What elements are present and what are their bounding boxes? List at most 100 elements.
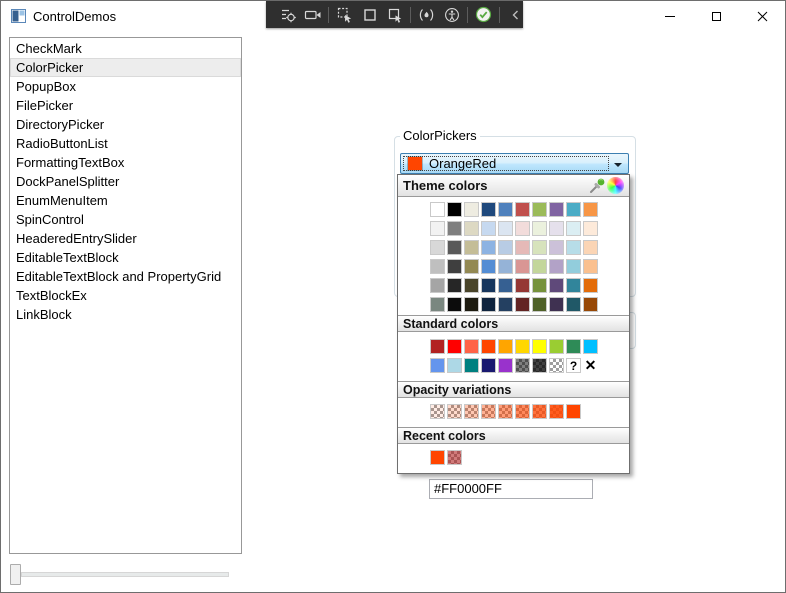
close-button[interactable] xyxy=(739,1,785,31)
color-swatch[interactable] xyxy=(532,358,547,373)
color-swatch[interactable] xyxy=(498,278,513,293)
color-swatch[interactable] xyxy=(447,339,462,354)
color-swatch[interactable] xyxy=(532,240,547,255)
color-swatch[interactable] xyxy=(464,240,479,255)
color-swatch[interactable] xyxy=(532,339,547,354)
color-swatch[interactable] xyxy=(515,358,530,373)
maximize-button[interactable] xyxy=(693,1,739,31)
color-swatch[interactable] xyxy=(481,339,496,354)
color-swatch[interactable] xyxy=(447,240,462,255)
color-swatch[interactable] xyxy=(583,221,598,236)
color-swatch[interactable] xyxy=(430,240,445,255)
color-swatch[interactable] xyxy=(549,202,564,217)
sidebar-item[interactable]: LinkBlock xyxy=(10,305,241,324)
live-visual-tree-icon[interactable] xyxy=(278,6,297,24)
color-swatch[interactable] xyxy=(464,202,479,217)
color-swatch[interactable] xyxy=(464,339,479,354)
sidebar-item[interactable]: EnumMenuItem xyxy=(10,191,241,210)
color-swatch[interactable] xyxy=(532,404,547,419)
color-swatch[interactable] xyxy=(549,240,564,255)
color-swatch[interactable] xyxy=(464,259,479,274)
color-swatch[interactable] xyxy=(583,339,598,354)
color-swatch[interactable] xyxy=(498,297,513,312)
color-swatch[interactable] xyxy=(430,202,445,217)
color-swatch[interactable] xyxy=(549,297,564,312)
color-swatch[interactable] xyxy=(549,278,564,293)
color-swatch[interactable] xyxy=(583,259,598,274)
track-focused-element-icon[interactable] xyxy=(385,6,404,24)
color-swatch[interactable] xyxy=(532,259,547,274)
color-swatch[interactable] xyxy=(498,202,513,217)
color-swatch[interactable] xyxy=(464,358,479,373)
sidebar-item[interactable]: DockPanelSplitter xyxy=(10,172,241,191)
color-swatch[interactable]: ✕ xyxy=(583,357,598,373)
color-swatch[interactable] xyxy=(430,404,445,419)
sidebar-item[interactable]: PopupBox xyxy=(10,77,241,96)
sidebar-item[interactable]: ColorPicker xyxy=(10,58,241,77)
color-swatch[interactable] xyxy=(430,278,445,293)
sidebar-item[interactable]: FormattingTextBox xyxy=(10,153,241,172)
color-wheel-icon[interactable] xyxy=(607,177,624,194)
sidebar-item[interactable]: EditableTextBlock xyxy=(10,248,241,267)
color-swatch[interactable] xyxy=(566,202,581,217)
sidebar-item[interactable]: HeaderedEntrySlider xyxy=(10,229,241,248)
color-swatch[interactable] xyxy=(498,240,513,255)
color-swatch[interactable] xyxy=(447,404,462,419)
color-swatch[interactable] xyxy=(430,259,445,274)
color-swatch[interactable] xyxy=(583,240,598,255)
color-swatch[interactable] xyxy=(549,404,564,419)
color-swatch[interactable] xyxy=(498,259,513,274)
color-combobox[interactable]: OrangeRed xyxy=(400,153,629,174)
color-swatch[interactable] xyxy=(481,221,496,236)
color-swatch[interactable] xyxy=(515,339,530,354)
color-swatch[interactable] xyxy=(583,278,598,293)
camera-icon[interactable] xyxy=(303,6,322,24)
color-swatch[interactable] xyxy=(481,278,496,293)
color-swatch[interactable] xyxy=(447,221,462,236)
color-swatch[interactable] xyxy=(515,221,530,236)
color-swatch[interactable] xyxy=(481,259,496,274)
sidebar-item[interactable]: CheckMark xyxy=(10,39,241,58)
color-swatch[interactable] xyxy=(566,297,581,312)
color-swatch[interactable] xyxy=(481,358,496,373)
color-swatch[interactable] xyxy=(532,278,547,293)
color-swatch[interactable]: ? xyxy=(566,358,581,373)
sidebar-item[interactable]: DirectoryPicker xyxy=(10,115,241,134)
sidebar-item[interactable]: EditableTextBlock and PropertyGrid xyxy=(10,267,241,286)
minimize-button[interactable] xyxy=(647,1,693,31)
sidebar-item[interactable]: RadioButtonList xyxy=(10,134,241,153)
hot-reload-icon[interactable] xyxy=(417,6,436,24)
color-swatch[interactable] xyxy=(566,404,581,419)
color-swatch[interactable] xyxy=(532,221,547,236)
color-swatch[interactable] xyxy=(430,297,445,312)
color-swatch[interactable] xyxy=(447,358,462,373)
color-swatch[interactable] xyxy=(566,221,581,236)
color-swatch[interactable] xyxy=(464,297,479,312)
color-swatch[interactable] xyxy=(549,221,564,236)
color-swatch[interactable] xyxy=(498,358,513,373)
color-swatch[interactable] xyxy=(430,358,445,373)
combo-dropdown-arrow[interactable] xyxy=(614,163,622,167)
color-swatch[interactable] xyxy=(498,404,513,419)
sidebar-item[interactable]: TextBlockEx xyxy=(10,286,241,305)
color-swatch[interactable] xyxy=(532,297,547,312)
color-swatch[interactable] xyxy=(498,339,513,354)
color-swatch[interactable] xyxy=(515,278,530,293)
color-swatch[interactable] xyxy=(464,278,479,293)
collapse-toolbar-icon[interactable] xyxy=(506,6,525,24)
color-swatch[interactable] xyxy=(447,278,462,293)
layout-adorners-icon[interactable] xyxy=(360,6,379,24)
color-swatch[interactable] xyxy=(566,339,581,354)
color-swatch[interactable] xyxy=(481,202,496,217)
color-swatch[interactable] xyxy=(566,240,581,255)
color-swatch[interactable] xyxy=(464,404,479,419)
eyedropper-icon[interactable] xyxy=(589,177,606,194)
sidebar-item[interactable]: SpinControl xyxy=(10,210,241,229)
color-swatch[interactable] xyxy=(532,202,547,217)
color-swatch[interactable] xyxy=(515,404,530,419)
hex-color-input[interactable] xyxy=(429,479,593,499)
color-swatch[interactable] xyxy=(481,404,496,419)
color-swatch[interactable] xyxy=(566,259,581,274)
color-swatch[interactable] xyxy=(515,202,530,217)
select-element-icon[interactable] xyxy=(335,6,354,24)
